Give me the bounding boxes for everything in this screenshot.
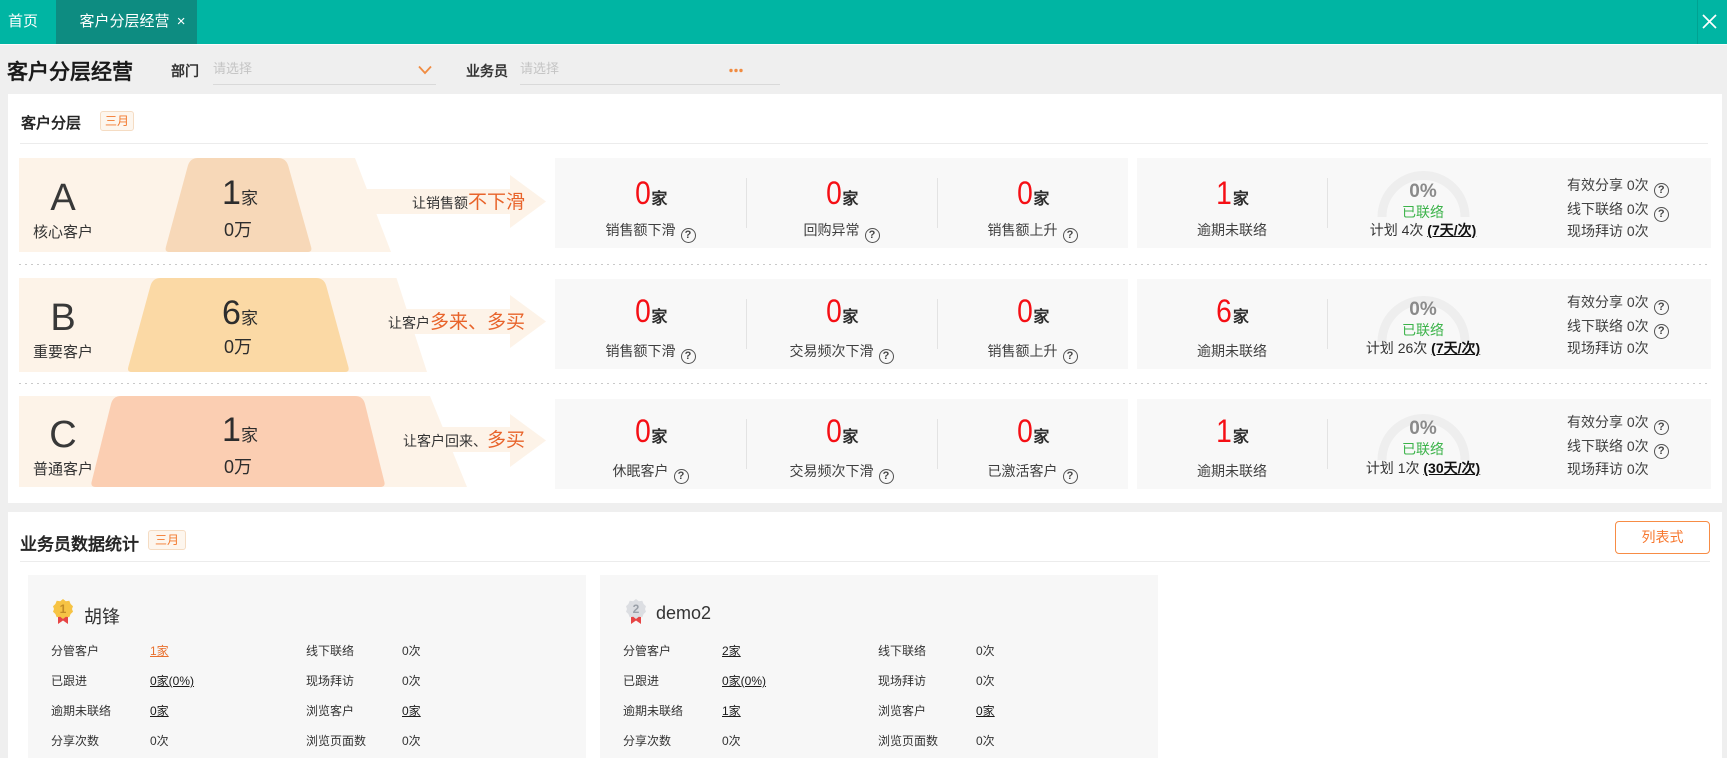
svg-text:1: 1 xyxy=(60,602,67,616)
svg-text:2: 2 xyxy=(633,602,640,616)
